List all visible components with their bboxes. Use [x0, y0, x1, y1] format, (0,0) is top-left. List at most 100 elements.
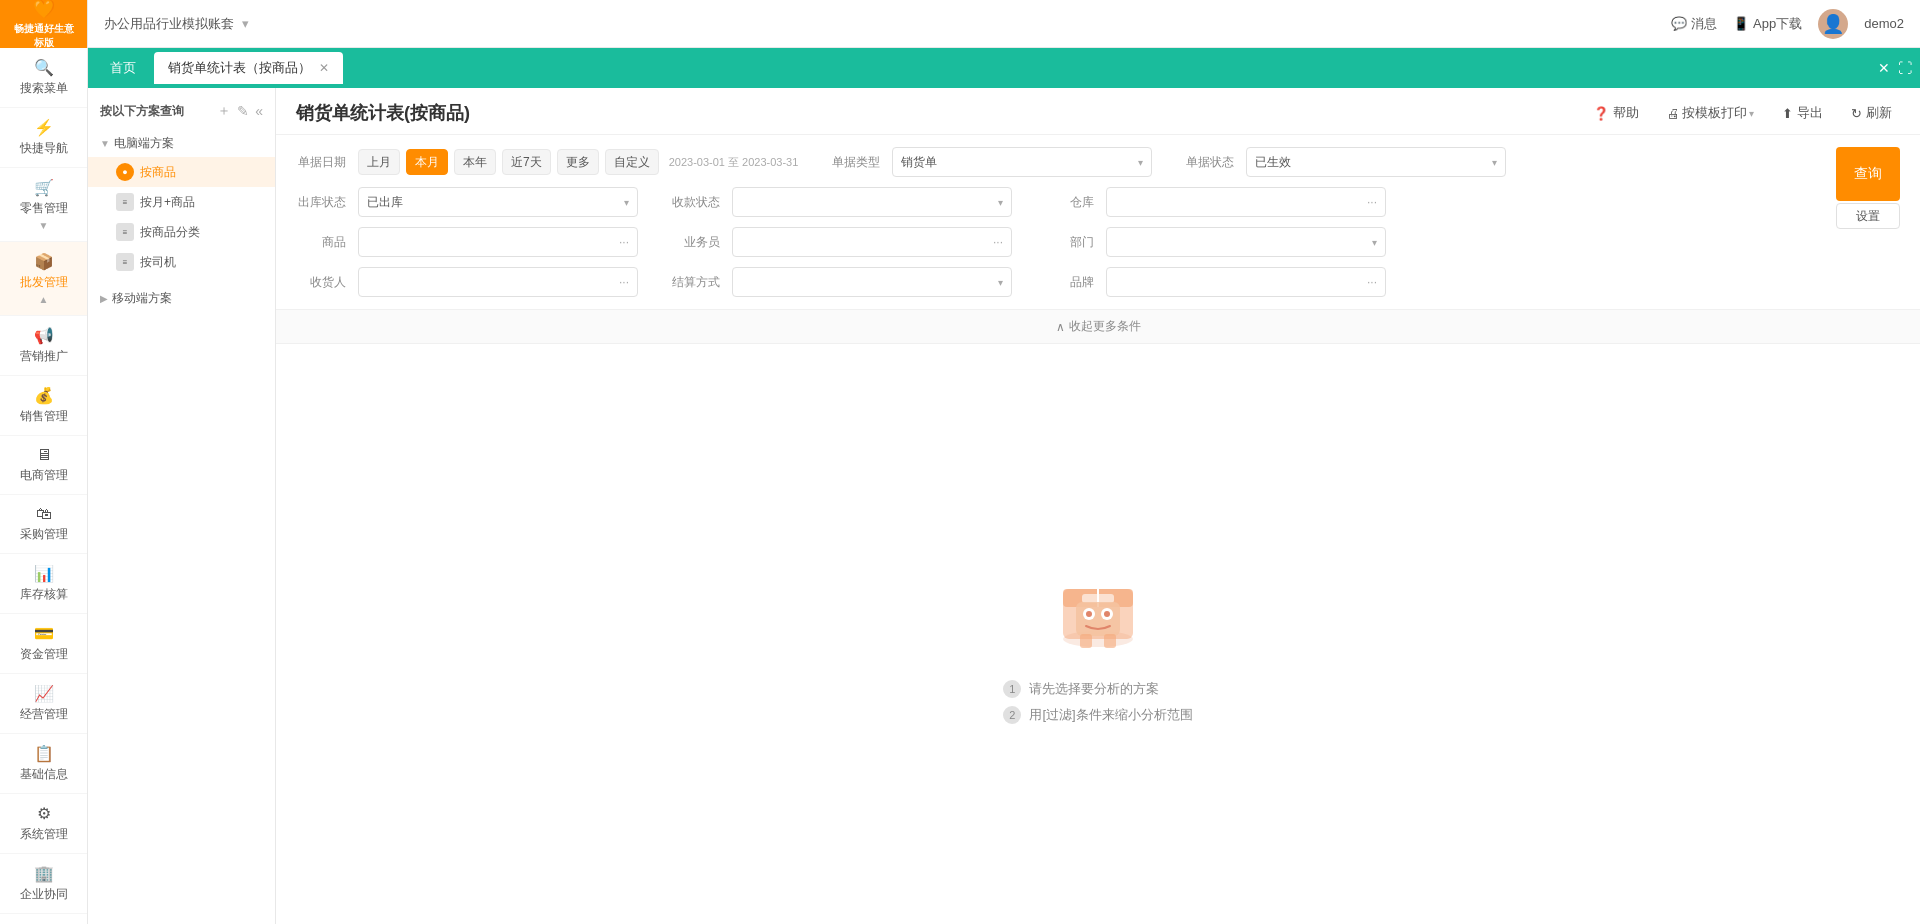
doc-status-chevron-icon: ▾: [1492, 157, 1497, 168]
date-btn-custom[interactable]: 自定义: [605, 149, 659, 175]
sidebar-item-enterprise[interactable]: 🏢 企业协同: [0, 854, 87, 914]
sidebar-item-retail[interactable]: 🛒 零售管理 ▼: [0, 168, 87, 242]
app-download-btn[interactable]: 📱 App下载: [1733, 15, 1802, 33]
sidebar-item-operations[interactable]: 📈 经营管理: [0, 674, 87, 734]
system-icon: ⚙: [37, 804, 51, 823]
tree-item-by-goods[interactable]: ● 按商品: [88, 157, 275, 187]
doc-type-value: 销货单: [901, 154, 937, 171]
logo[interactable]: 🧡 畅捷通好生意 标版: [0, 0, 87, 48]
export-btn[interactable]: ⬆ 导出: [1774, 100, 1831, 126]
by-scanner-icon: ≡: [116, 253, 134, 271]
message-btn[interactable]: 💬 消息: [1671, 15, 1717, 33]
tree-item-by-goods-cat[interactable]: ≡ 按商品分类: [88, 217, 275, 247]
print-btn[interactable]: 🖨 按模板打印 ▾: [1659, 100, 1762, 126]
export-label: 导出: [1797, 104, 1823, 122]
svg-point-8: [1086, 611, 1092, 617]
goods-more-icon[interactable]: ···: [619, 235, 629, 249]
warehouse-more-icon[interactable]: ···: [1367, 195, 1377, 209]
tree-item-by-month-goods[interactable]: ≡ 按月+商品: [88, 187, 275, 217]
help-btn[interactable]: ❓ 帮助: [1585, 100, 1647, 126]
message-label: 消息: [1691, 15, 1717, 33]
settle-label: 结算方式: [670, 274, 720, 291]
print-label: 按模板打印: [1682, 104, 1747, 122]
left-panel: 按以下方案查询 ＋ ✎ « ▼ 电脑端方案 ● 按商品 ≡: [88, 88, 276, 924]
tab-report[interactable]: 销货单统计表（按商品） ✕: [154, 52, 343, 84]
settle-input[interactable]: ▾: [732, 267, 1012, 297]
tree-item-by-scanner[interactable]: ≡ 按司机: [88, 247, 275, 277]
sidebar-item-search[interactable]: 🔍 搜索菜单: [0, 48, 87, 108]
sidebar-item-system[interactable]: ⚙ 系统管理: [0, 794, 87, 854]
user-avatar[interactable]: 👤: [1818, 9, 1848, 39]
inventory-icon: 📊: [34, 564, 54, 583]
tree-group-mobile: ▶ 移动端方案: [88, 281, 275, 316]
out-status-label: 出库状态: [296, 194, 346, 211]
collapse-panel-icon[interactable]: «: [255, 103, 263, 119]
edit-scheme-icon[interactable]: ✎: [237, 103, 249, 119]
dept-label: 部门: [1044, 234, 1094, 251]
salesman-more-icon[interactable]: ···: [993, 235, 1003, 249]
filter-row-4: 收货人 ··· 结算方式 ▾ 品牌: [296, 267, 1824, 297]
date-btn-prev-month[interactable]: 上月: [358, 149, 400, 175]
collapse-btn[interactable]: ∧ 收起更多条件: [1056, 318, 1141, 335]
left-panel-title: 按以下方案查询: [100, 103, 184, 120]
tab-close-icon[interactable]: ✕: [319, 61, 329, 75]
enterprise-icon: 🏢: [34, 864, 54, 883]
by-month-goods-icon: ≡: [116, 193, 134, 211]
out-status-input[interactable]: 已出库 ▾: [358, 187, 638, 217]
query-button[interactable]: 查询: [1836, 147, 1900, 201]
logo-text: 畅捷通好生意: [14, 22, 74, 36]
sidebar-item-inventory[interactable]: 📊 库存核算: [0, 554, 87, 614]
brand-input[interactable]: ···: [1106, 267, 1386, 297]
doc-status-input[interactable]: 已生效 ▾: [1246, 147, 1506, 177]
warehouse-input[interactable]: ···: [1106, 187, 1386, 217]
retail-icon: 🛒: [34, 178, 54, 197]
recipient-input[interactable]: ···: [358, 267, 638, 297]
sidebar-item-basic[interactable]: 📋 基础信息: [0, 734, 87, 794]
user-name[interactable]: demo2: [1864, 16, 1904, 31]
tab-home-label: 首页: [110, 59, 136, 77]
dept-input[interactable]: ▾: [1106, 227, 1386, 257]
left-panel-header: 按以下方案查询 ＋ ✎ «: [88, 96, 275, 126]
tab-expand-btn[interactable]: ⛶: [1898, 60, 1912, 76]
collapse-area: ∧ 收起更多条件: [276, 310, 1920, 344]
collect-status-input[interactable]: ▾: [732, 187, 1012, 217]
svg-rect-5: [1076, 602, 1120, 636]
goods-input[interactable]: ···: [358, 227, 638, 257]
filter-rows-container: 单据日期 上月 本月 本年: [296, 147, 1824, 297]
collect-status-chevron-icon: ▾: [998, 197, 1003, 208]
date-btn-more[interactable]: 更多: [557, 149, 599, 175]
tab-home[interactable]: 首页: [96, 52, 150, 84]
tree-group-mobile-label[interactable]: ▶ 移动端方案: [88, 285, 275, 312]
sidebar-item-sales[interactable]: 💰 销售管理: [0, 376, 87, 436]
doc-type-input[interactable]: 销货单 ▾: [892, 147, 1152, 177]
goods-label: 商品: [296, 234, 346, 251]
sidebar-item-quick-nav[interactable]: ⚡ 快捷导航: [0, 108, 87, 168]
sidebar-item-marketing[interactable]: 📢 营销推广: [0, 316, 87, 376]
page-title: 销货单统计表(按商品): [296, 101, 470, 125]
settings-button[interactable]: 设置: [1836, 203, 1900, 229]
sidebar-wholesale-label: 批发管理: [20, 274, 68, 291]
sidebar-item-purchase[interactable]: 🛍 采购管理: [0, 495, 87, 554]
by-goods-cat-icon: ≡: [116, 223, 134, 241]
tree-group-pc-label[interactable]: ▼ 电脑端方案: [88, 130, 275, 157]
help-icon: ❓: [1593, 106, 1609, 121]
sidebar-item-wholesale[interactable]: 📦 批发管理 ▲: [0, 242, 87, 316]
tab-close-all-btn[interactable]: ✕: [1878, 60, 1890, 76]
recipient-more-icon[interactable]: ···: [619, 275, 629, 289]
wholesale-icon: 📦: [34, 252, 54, 271]
breadcrumb-area: 办公用品行业模拟账套 ▾: [104, 15, 249, 33]
date-btn-last7days[interactable]: 近7天: [502, 149, 551, 175]
sidebar-item-newcomer[interactable]: 🎯 新手引导: [0, 914, 87, 924]
breadcrumb-dropdown-icon[interactable]: ▾: [242, 16, 249, 31]
filter-rows-wrapper: 单据日期 上月 本月 本年: [296, 147, 1900, 297]
date-btn-cur-month[interactable]: 本月: [406, 149, 448, 175]
refresh-btn[interactable]: ↻ 刷新: [1843, 100, 1900, 126]
hint-1-text: 请先选择要分析的方案: [1029, 680, 1159, 698]
salesman-input[interactable]: ···: [732, 227, 1012, 257]
sidebar-item-finance[interactable]: 💳 资金管理: [0, 614, 87, 674]
sidebar-item-ecommerce[interactable]: 🖥 电商管理: [0, 436, 87, 495]
date-btn-cur-year[interactable]: 本年: [454, 149, 496, 175]
out-status-chevron-icon: ▾: [624, 197, 629, 208]
add-scheme-icon[interactable]: ＋: [217, 102, 231, 120]
brand-more-icon[interactable]: ···: [1367, 275, 1377, 289]
